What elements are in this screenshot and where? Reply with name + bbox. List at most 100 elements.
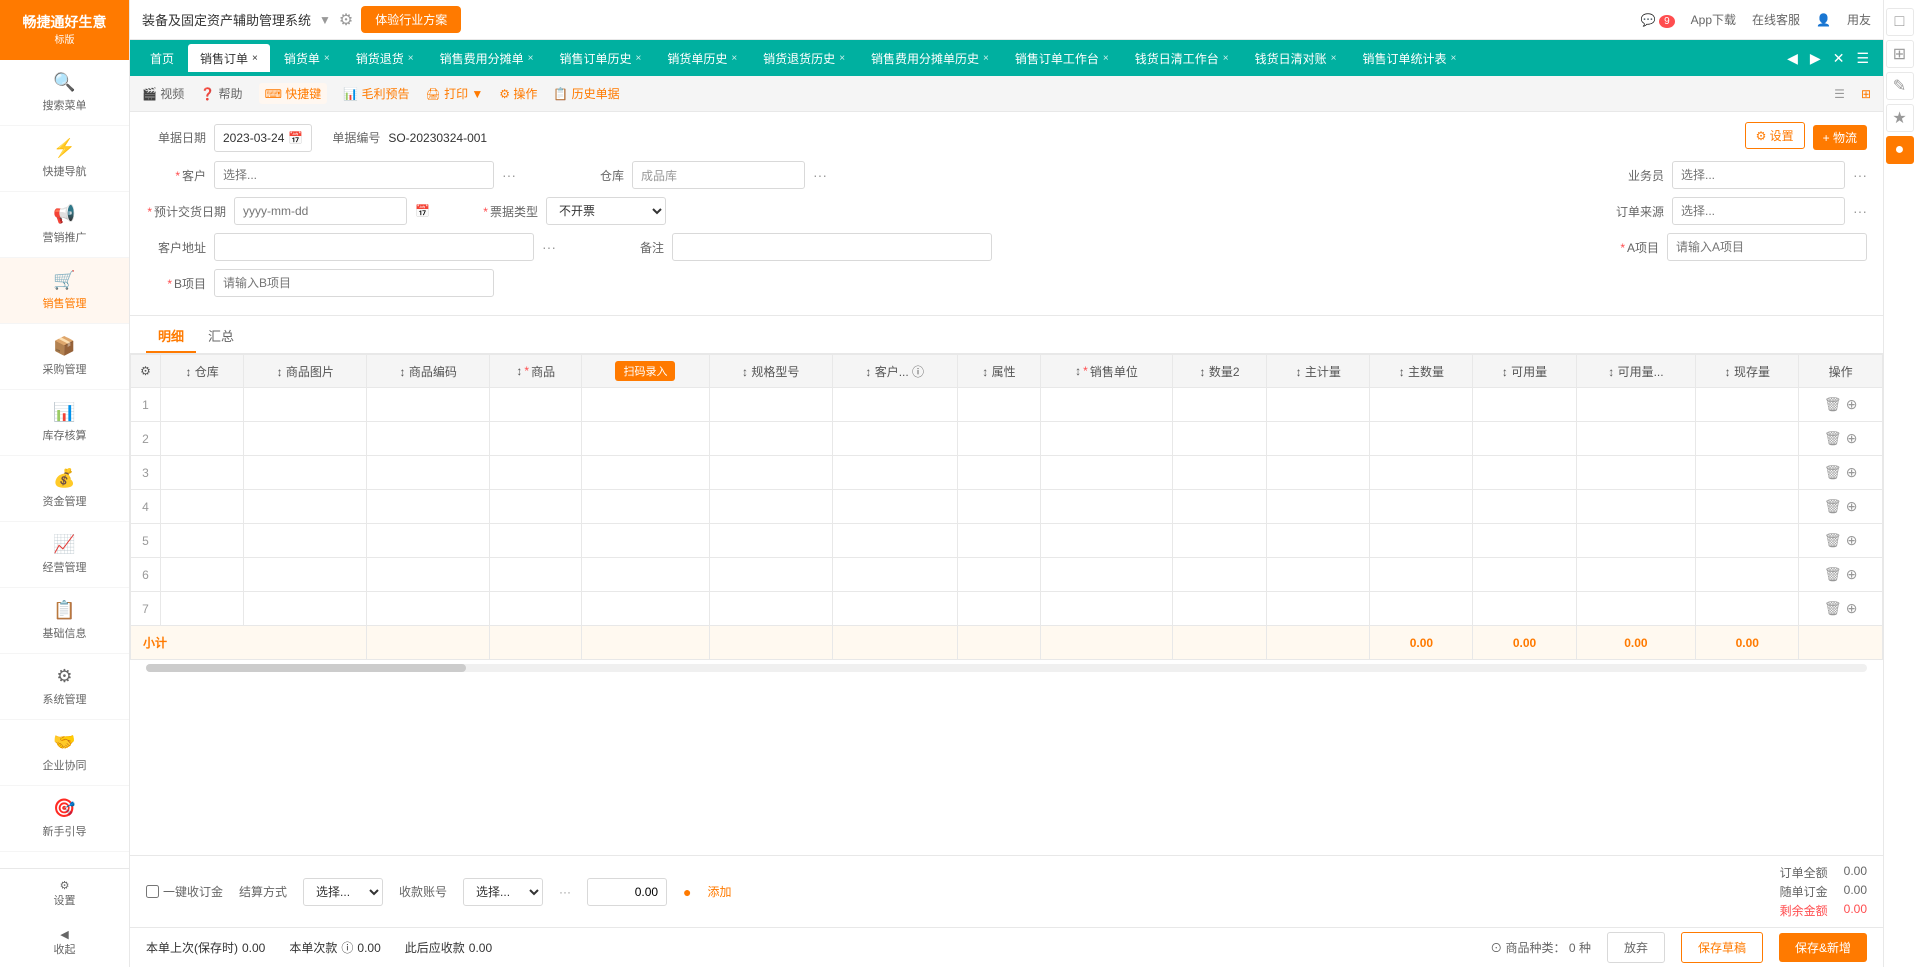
row-code[interactable] xyxy=(367,388,490,422)
row-customer-code[interactable] xyxy=(832,388,957,422)
tab-close-5[interactable]: × xyxy=(635,53,641,64)
sidebar-item-资金管理[interactable]: 💰资金管理 xyxy=(0,456,129,522)
sidebar-item-系统管理[interactable]: ⚙系统管理 xyxy=(0,654,129,720)
row-unit[interactable] xyxy=(1041,388,1173,422)
tab-11[interactable]: 钱货日清对账× xyxy=(1243,44,1349,72)
row-attr[interactable] xyxy=(957,422,1040,456)
tab-close-all-btn[interactable]: ✕ xyxy=(1827,48,1851,69)
row-code[interactable] xyxy=(367,524,490,558)
dropdown-icon[interactable]: ▼ xyxy=(319,13,331,27)
row-copy-btn[interactable]: ⊕ xyxy=(1846,430,1858,447)
delivery-input[interactable] xyxy=(234,197,407,225)
row-copy-btn[interactable]: ⊕ xyxy=(1846,464,1858,481)
sidebar-item-企业协同[interactable]: 🤝企业协同 xyxy=(0,720,129,786)
staff-input[interactable] xyxy=(1672,161,1845,189)
row-main-qty[interactable] xyxy=(1370,524,1473,558)
message-icon[interactable]: 💬 9 xyxy=(1641,13,1675,27)
row-warehouse[interactable] xyxy=(161,422,244,456)
row-main-qty[interactable] xyxy=(1370,456,1473,490)
calendar-icon[interactable]: 📅 xyxy=(288,131,303,145)
row-main-qty[interactable] xyxy=(1370,490,1473,524)
row-copy-btn[interactable]: ⊕ xyxy=(1846,566,1858,583)
row-customer-code[interactable] xyxy=(832,456,957,490)
row-copy-btn[interactable]: ⊕ xyxy=(1846,532,1858,549)
row-attr[interactable] xyxy=(957,388,1040,422)
sidebar-item-快捷导航[interactable]: ⚡快捷导航 xyxy=(0,126,129,192)
row-unit[interactable] xyxy=(1041,558,1173,592)
tab-close-3[interactable]: × xyxy=(408,53,414,64)
row-unit[interactable] xyxy=(1041,490,1173,524)
toolbar-history[interactable]: 📋 历史单据 xyxy=(553,85,619,102)
one-click-label[interactable]: 一键收订金 xyxy=(146,883,223,900)
row-spec[interactable] xyxy=(709,558,832,592)
row-main-qty[interactable] xyxy=(1370,422,1473,456)
row-code[interactable] xyxy=(367,422,490,456)
row-spec[interactable] xyxy=(709,456,832,490)
a-project-input[interactable] xyxy=(1667,233,1867,261)
row-main-qty[interactable] xyxy=(1370,558,1473,592)
row-customer-code[interactable] xyxy=(832,490,957,524)
row-qty2[interactable] xyxy=(1172,524,1266,558)
row-customer-code[interactable] xyxy=(832,558,957,592)
row-delete-btn[interactable]: 🗑 xyxy=(1824,600,1842,617)
row-attr[interactable] xyxy=(957,592,1040,626)
panel-icon-5[interactable]: ● xyxy=(1886,136,1914,164)
tab-prev-btn[interactable]: ◀ xyxy=(1781,48,1804,69)
row-product[interactable] xyxy=(490,558,582,592)
remark-input[interactable] xyxy=(672,233,992,261)
row-delete-btn[interactable]: 🗑 xyxy=(1824,396,1842,413)
tab-12[interactable]: 销售订单统计表× xyxy=(1350,44,1468,72)
tab-2[interactable]: 销货单× xyxy=(272,44,342,72)
panel-icon-4[interactable]: ★ xyxy=(1886,104,1914,132)
save-draft-button[interactable]: 保存草稿 xyxy=(1681,932,1763,963)
row-qty2[interactable] xyxy=(1172,456,1266,490)
row-warehouse[interactable] xyxy=(161,490,244,524)
row-unit[interactable] xyxy=(1041,456,1173,490)
row-attr[interactable] xyxy=(957,456,1040,490)
tab-3[interactable]: 销货退货× xyxy=(344,44,426,72)
row-product[interactable] xyxy=(490,388,582,422)
row-qty2[interactable] xyxy=(1172,558,1266,592)
customer-input[interactable] xyxy=(214,161,494,189)
row-code[interactable] xyxy=(367,592,490,626)
toolbar-print[interactable]: 🖨 打印 ▼ xyxy=(426,85,484,102)
row-customer-code[interactable] xyxy=(832,524,957,558)
row-qty2[interactable] xyxy=(1172,592,1266,626)
tab-0[interactable]: 首页 xyxy=(138,44,186,72)
row-spec[interactable] xyxy=(709,388,832,422)
order-source-more[interactable]: ··· xyxy=(1853,203,1867,219)
row-delete-btn[interactable]: 🗑 xyxy=(1824,464,1842,481)
row-code[interactable] xyxy=(367,558,490,592)
add-icon[interactable]: ● xyxy=(683,884,691,900)
row-main-qty[interactable] xyxy=(1370,388,1473,422)
row-qty2[interactable] xyxy=(1172,490,1266,524)
sidebar-collapse[interactable]: ◀ 收起 xyxy=(0,918,129,967)
row-code[interactable] xyxy=(367,456,490,490)
tab-4[interactable]: 销售费用分摊单× xyxy=(428,44,546,72)
tab-9[interactable]: 销售订单工作台× xyxy=(1003,44,1121,72)
ticket-select[interactable]: 不开票 xyxy=(546,197,666,225)
material-button[interactable]: + 物流 xyxy=(1813,125,1867,150)
row-warehouse[interactable] xyxy=(161,524,244,558)
toolbar-video[interactable]: 🎬 视频 xyxy=(142,85,184,102)
toolbar-operation[interactable]: ⚙ 操作 xyxy=(499,85,537,102)
tab-summary[interactable]: 汇总 xyxy=(196,320,246,353)
row-qty2[interactable] xyxy=(1172,422,1266,456)
toolbar-help[interactable]: ❓ 帮助 xyxy=(200,85,242,102)
row-unit[interactable] xyxy=(1041,592,1173,626)
sidebar-item-采购管理[interactable]: 📦采购管理 xyxy=(0,324,129,390)
tab-close-12[interactable]: × xyxy=(1450,53,1456,64)
scrollbar-thumb[interactable] xyxy=(146,664,466,672)
payment-method-select[interactable]: 选择... xyxy=(303,878,383,906)
row-product[interactable] xyxy=(490,490,582,524)
row-customer-code[interactable] xyxy=(832,592,957,626)
th-settings[interactable]: ⚙ xyxy=(131,355,161,388)
row-copy-btn[interactable]: ⊕ xyxy=(1846,396,1858,413)
row-spec[interactable] xyxy=(709,524,832,558)
bank-more[interactable]: ··· xyxy=(559,885,571,899)
tab-5[interactable]: 销售订单历史× xyxy=(547,44,653,72)
tab-10[interactable]: 钱货日清工作台× xyxy=(1123,44,1241,72)
panel-icon-2[interactable]: ⊞ xyxy=(1886,40,1914,68)
row-warehouse[interactable] xyxy=(161,592,244,626)
tab-close-2[interactable]: × xyxy=(324,53,330,64)
